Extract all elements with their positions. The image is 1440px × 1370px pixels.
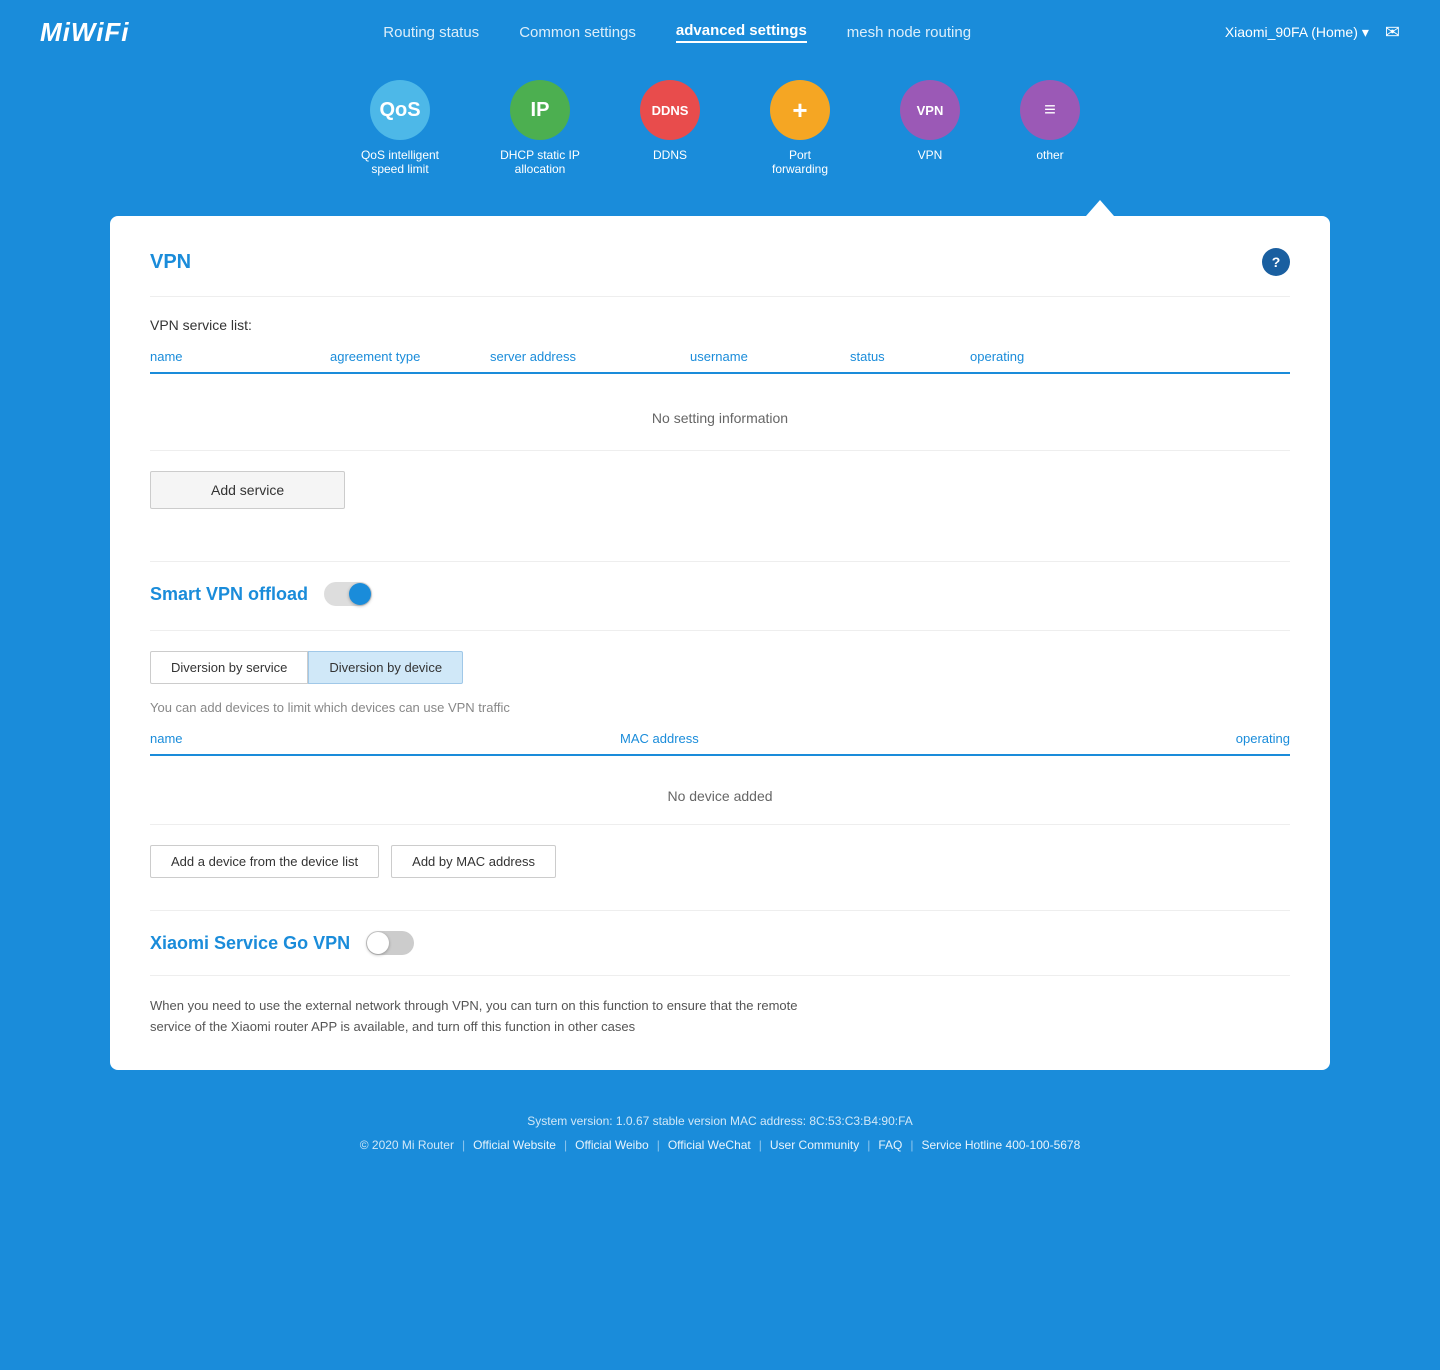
xiaomi-service-toggle[interactable]: [366, 931, 414, 955]
arrow-up-icon: [1086, 200, 1114, 216]
diversion-hint: You can add devices to limit which devic…: [150, 700, 1290, 715]
icon-nav: QoS QoS intelligent speed limit IP DHCP …: [0, 64, 1440, 200]
mail-icon[interactable]: ✉: [1385, 22, 1400, 43]
add-service-button[interactable]: Add service: [150, 471, 345, 509]
footer: System version: 1.0.67 stable version MA…: [0, 1094, 1440, 1168]
arrow-indicator: [770, 200, 1430, 216]
footer-link-community[interactable]: User Community: [770, 1138, 859, 1152]
xiaomi-service-row: Xiaomi Service Go VPN: [150, 931, 1290, 955]
vpn-table-header: name agreement type server address usern…: [150, 349, 1290, 374]
xiaomi-service-desc: When you need to use the external networ…: [150, 996, 830, 1038]
vpn-title: VPN: [150, 251, 191, 274]
port-icon: +: [770, 80, 830, 140]
device-table-header: name MAC address operating: [150, 731, 1290, 756]
xiaomi-service-label: Xiaomi Service Go VPN: [150, 933, 350, 954]
toggle-knob: [349, 583, 371, 605]
tab-diversion-device[interactable]: Diversion by device: [308, 651, 463, 684]
xiaomi-toggle-knob: [367, 932, 389, 954]
ddns-label: DDNS: [653, 148, 687, 162]
qos-label: QoS intelligent speed limit: [360, 148, 440, 176]
footer-sep-2: |: [657, 1138, 660, 1152]
add-mac-button[interactable]: Add by MAC address: [391, 845, 556, 878]
th-username: username: [690, 349, 850, 364]
help-button[interactable]: ?: [1262, 248, 1290, 276]
other-icon: ≡: [1020, 80, 1080, 140]
user-badge[interactable]: Xiaomi_90FA (Home) ▾: [1225, 24, 1369, 41]
smart-vpn-divider: [150, 561, 1290, 562]
footer-links: © 2020 Mi Router | Official Website | Of…: [0, 1138, 1440, 1152]
th-status: status: [850, 349, 970, 364]
add-device-button[interactable]: Add a device from the device list: [150, 845, 379, 878]
vpn-label: VPN: [918, 148, 943, 162]
main-content: VPN ? VPN service list: name agreement t…: [110, 216, 1330, 1070]
dth-mac: MAC address: [620, 731, 1090, 746]
smart-vpn-label: Smart VPN offload: [150, 584, 308, 605]
ip-label: DHCP static IP allocation: [500, 148, 580, 176]
other-label: other: [1036, 148, 1063, 162]
footer-link-faq[interactable]: FAQ: [878, 1138, 902, 1152]
th-server: server address: [490, 349, 690, 364]
header: MiWiFi Routing status Common settings ad…: [0, 0, 1440, 64]
nav-common-settings[interactable]: Common settings: [519, 24, 636, 41]
vpn-divider: [150, 296, 1290, 297]
smart-vpn-bottom-divider: [150, 630, 1290, 631]
vpn-icon: VPN: [900, 80, 960, 140]
footer-sep-0: |: [462, 1138, 465, 1152]
nav-mesh-node[interactable]: mesh node routing: [847, 24, 971, 41]
icon-nav-other[interactable]: ≡ other: [1020, 80, 1080, 176]
device-actions: Add a device from the device list Add by…: [150, 845, 1290, 878]
xiaomi-divider: [150, 910, 1290, 911]
dth-operating: operating: [1090, 731, 1290, 746]
logo: MiWiFi: [40, 17, 130, 48]
qos-icon: QoS: [370, 80, 430, 140]
footer-link-wechat[interactable]: Official WeChat: [668, 1138, 751, 1152]
footer-copyright: © 2020 Mi Router: [360, 1138, 454, 1152]
footer-link-hotline[interactable]: Service Hotline 400-100-5678: [922, 1138, 1081, 1152]
footer-link-weibo[interactable]: Official Weibo: [575, 1138, 649, 1152]
user-label: Xiaomi_90FA (Home): [1225, 24, 1358, 40]
device-no-data: No device added: [150, 768, 1290, 825]
diversion-tabs: Diversion by service Diversion by device: [150, 651, 1290, 684]
th-operating: operating: [970, 349, 1290, 364]
footer-system-info: System version: 1.0.67 stable version MA…: [0, 1114, 1440, 1128]
footer-sep-3: |: [759, 1138, 762, 1152]
footer-sep-4: |: [867, 1138, 870, 1152]
vpn-section-header: VPN ?: [150, 248, 1290, 276]
nav-advanced-settings[interactable]: advanced settings: [676, 22, 807, 43]
footer-sep-5: |: [910, 1138, 913, 1152]
smart-vpn-row: Smart VPN offload: [150, 582, 1290, 606]
vpn-service-list-label: VPN service list:: [150, 317, 1290, 333]
icon-nav-qos[interactable]: QoS QoS intelligent speed limit: [360, 80, 440, 176]
icon-nav-vpn[interactable]: VPN VPN: [900, 80, 960, 176]
main-nav: Routing status Common settings advanced …: [383, 22, 971, 43]
tab-diversion-service[interactable]: Diversion by service: [150, 651, 308, 684]
chevron-down-icon: ▾: [1362, 24, 1369, 41]
port-label: Port forwarding: [760, 148, 840, 176]
xiaomi-bottom-divider: [150, 975, 1290, 976]
icon-nav-port[interactable]: + Port forwarding: [760, 80, 840, 176]
header-right: Xiaomi_90FA (Home) ▾ ✉: [1225, 22, 1400, 43]
smart-vpn-toggle[interactable]: [324, 582, 372, 606]
footer-link-official[interactable]: Official Website: [473, 1138, 556, 1152]
ddns-icon: DDNS: [640, 80, 700, 140]
icon-nav-ip[interactable]: IP DHCP static IP allocation: [500, 80, 580, 176]
ip-icon: IP: [510, 80, 570, 140]
vpn-no-data: No setting information: [150, 386, 1290, 451]
footer-sep-1: |: [564, 1138, 567, 1152]
icon-nav-ddns[interactable]: DDNS DDNS: [640, 80, 700, 176]
dth-name: name: [150, 731, 620, 746]
nav-routing-status[interactable]: Routing status: [383, 24, 479, 41]
th-agreement: agreement type: [330, 349, 490, 364]
th-name: name: [150, 349, 330, 364]
